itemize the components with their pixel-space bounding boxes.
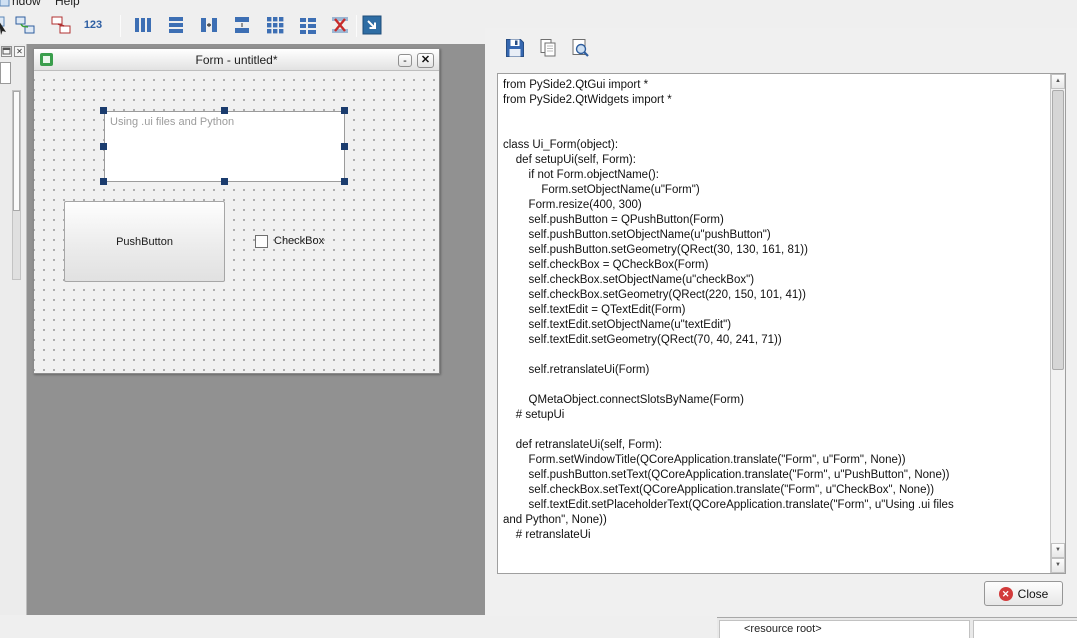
close-button[interactable]: ✕ Close [984, 581, 1063, 606]
edit-widgets-icon [0, 14, 11, 36]
adjust-size-button[interactable] [360, 13, 384, 37]
selection-handle-bottom-right[interactable] [341, 178, 348, 185]
menubar: ndow Help [0, 0, 1077, 9]
break-layout-button[interactable] [328, 13, 352, 37]
code-view: from PySide2.QtGui import * from PySide2… [497, 73, 1066, 574]
textedit-placeholder: Using .ui files and Python [105, 112, 344, 132]
layout-splitter-horizontal-icon [198, 14, 220, 36]
main-toolbar: 123 [0, 9, 485, 44]
copy-icon [537, 37, 559, 59]
form-canvas[interactable]: Using .ui files and Python PushButton Ch… [34, 71, 439, 373]
scroll-down-button-secondary[interactable]: ▼ [1051, 543, 1065, 558]
selection-handle-top-left[interactable] [100, 107, 107, 114]
scroll-down-button[interactable]: ▼ [1051, 558, 1065, 573]
tab-order-button[interactable]: 123 [81, 13, 105, 37]
resource-root-header[interactable]: <resource root> [719, 620, 970, 638]
layout-vertical-icon [165, 14, 187, 36]
form-window-icon [40, 53, 53, 66]
layout-horizontal-icon [132, 14, 154, 36]
textedit-widget[interactable]: Using .ui files and Python [104, 111, 345, 182]
selection-handle-bottom-left[interactable] [100, 178, 107, 185]
menu-partial-icon [0, 0, 10, 7]
checkbox-indicator[interactable] [255, 235, 268, 248]
selection-handle-mid-right[interactable] [341, 143, 348, 150]
dock-float-icon [2, 47, 11, 56]
toolbar-separator [120, 15, 121, 37]
copy-button[interactable] [536, 36, 560, 60]
save-icon [504, 37, 526, 59]
menu-window[interactable]: ndow [12, 0, 41, 8]
find-button[interactable] [568, 36, 592, 60]
form-minimize-button[interactable]: - [398, 54, 412, 67]
form-window-titlebar[interactable]: Form - untitled* - ✕ [34, 49, 439, 71]
save-button[interactable] [503, 36, 527, 60]
toolbar-separator [356, 15, 357, 37]
widget-box-scroll-thumb[interactable] [13, 91, 20, 211]
form-close-button[interactable]: ✕ [417, 53, 434, 68]
resource-header-cell [973, 620, 1077, 638]
layout-form-icon [297, 14, 319, 36]
selection-handle-top-right[interactable] [341, 107, 348, 114]
edit-signals-slots-icon [14, 14, 36, 36]
code-scrollbar[interactable]: ▲ ▼ ▼ [1050, 74, 1065, 573]
form-window-title: Form - untitled* [195, 53, 277, 67]
close-icon: ✕ [999, 587, 1013, 601]
checkbox-label: CheckBox [274, 221, 324, 262]
dock-float-button[interactable] [1, 46, 12, 57]
layout-splitter-horizontal-button[interactable] [197, 13, 221, 37]
checkbox-widget[interactable]: CheckBox [254, 221, 355, 262]
layout-grid-button[interactable] [263, 13, 287, 37]
layout-grid-icon [264, 14, 286, 36]
close-button-label: Close [1018, 587, 1049, 601]
layout-horizontal-button[interactable] [131, 13, 155, 37]
find-icon [569, 37, 591, 59]
layout-form-button[interactable] [296, 13, 320, 37]
layout-splitter-vertical-button[interactable] [230, 13, 254, 37]
designer-form-window: Form - untitled* - ✕ Using .ui files and… [33, 48, 440, 374]
widget-box-dock: ✕ [0, 44, 27, 615]
menu-help[interactable]: Help [55, 0, 80, 8]
edit-signals-slots-button[interactable] [13, 13, 37, 37]
code-scroll-thumb[interactable] [1052, 90, 1064, 370]
resource-browser-panel: <resource root> [717, 617, 1077, 638]
edit-buddies-button[interactable] [49, 13, 73, 37]
pushbutton-label: PushButton [116, 236, 173, 248]
selection-handle-mid-left[interactable] [100, 143, 107, 150]
edit-widgets-button[interactable] [0, 13, 12, 37]
dock-close-button[interactable]: ✕ [14, 46, 25, 57]
selection-handle-bottom-mid[interactable] [221, 178, 228, 185]
pushbutton-widget[interactable]: PushButton [64, 201, 225, 282]
edit-buddies-icon [50, 14, 72, 36]
generated-python-code: from PySide2.QtGui import * from PySide2… [498, 74, 1050, 573]
adjust-size-icon [361, 14, 383, 36]
widget-filter-input[interactable] [0, 62, 11, 84]
selection-handle-top-mid[interactable] [221, 107, 228, 114]
widget-box-scrollbar[interactable] [12, 90, 21, 280]
break-layout-icon [329, 14, 351, 36]
layout-splitter-vertical-icon [231, 14, 253, 36]
layout-vertical-button[interactable] [164, 13, 188, 37]
scroll-up-button[interactable]: ▲ [1051, 74, 1065, 89]
code-preview-dialog: from PySide2.QtGui import * from PySide2… [485, 28, 1077, 616]
tab-order-icon: 123 [84, 19, 102, 31]
